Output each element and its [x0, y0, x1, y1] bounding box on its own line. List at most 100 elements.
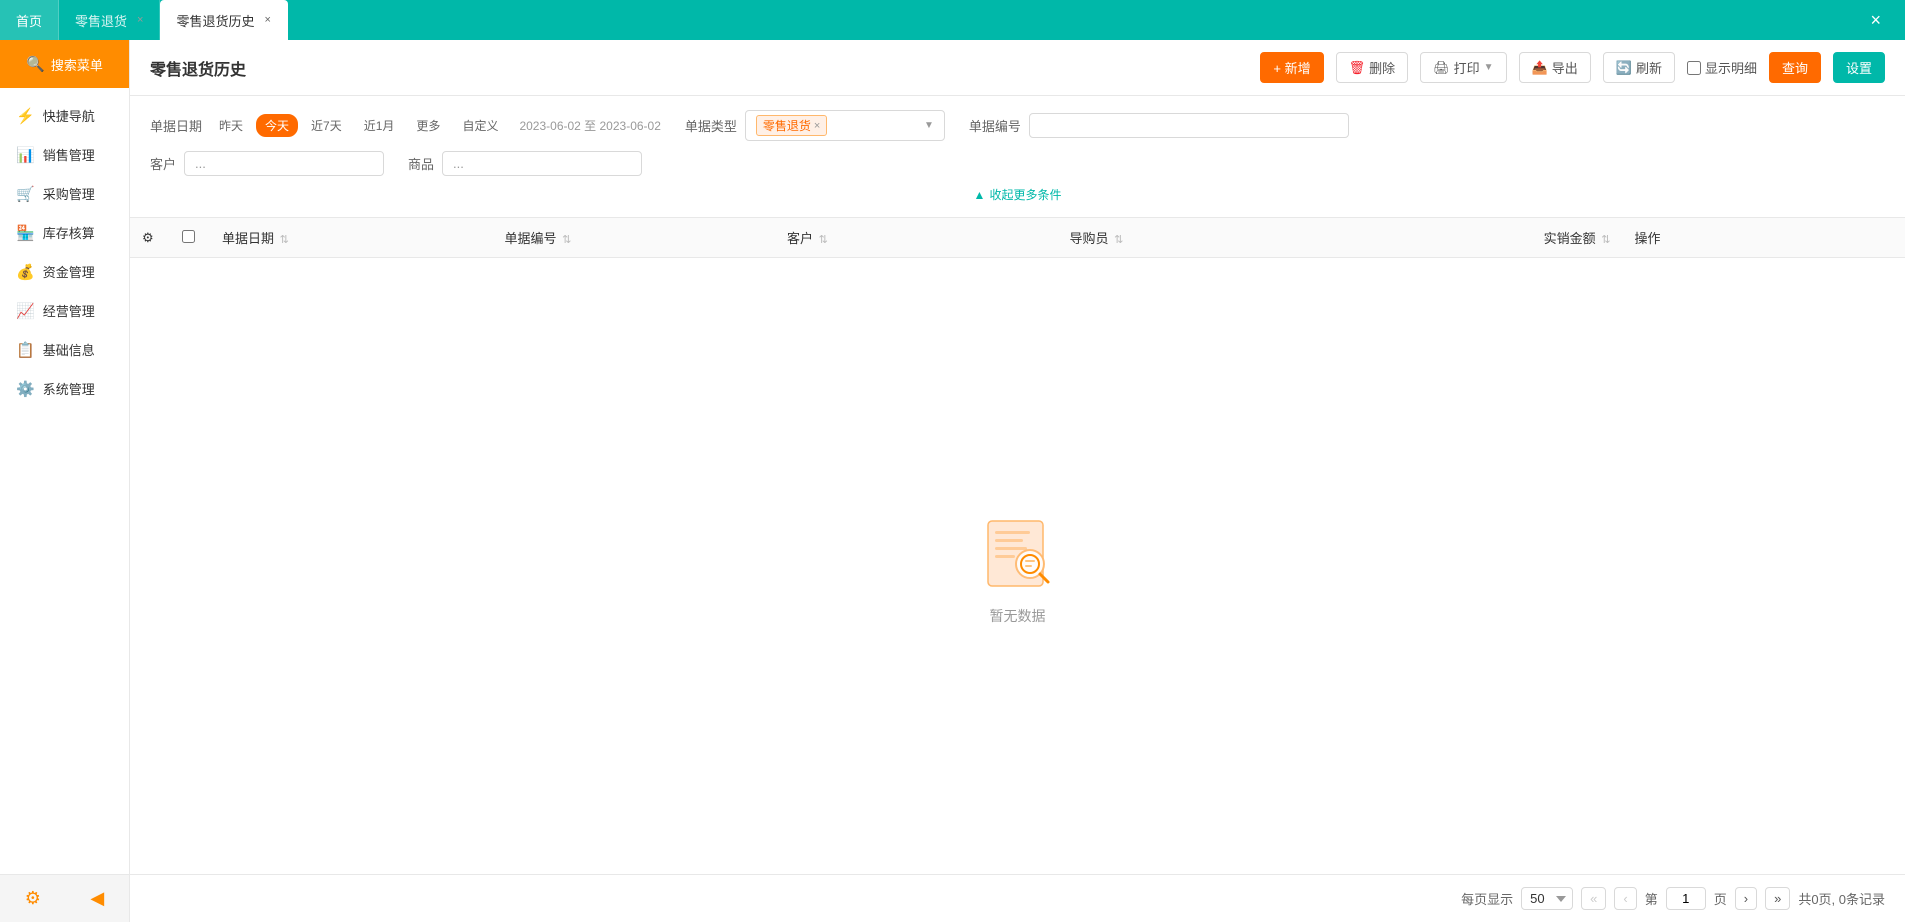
empty-illustration — [968, 506, 1068, 606]
sidebar-item-sales-mgmt[interactable]: 📊 销售管理 — [0, 135, 129, 174]
sidebar-item-purchase-mgmt[interactable]: 🛒 采购管理 — [0, 174, 129, 213]
col-number-sort[interactable]: ⇅ — [562, 234, 571, 246]
customer-select-button[interactable]: ... — [184, 151, 384, 176]
refresh-icon: 🔄 — [1616, 60, 1632, 76]
col-guide-label: 导购员 — [1070, 231, 1109, 246]
basic-info-icon: 📋 — [16, 341, 35, 359]
add-button[interactable]: + 新增 — [1260, 52, 1323, 83]
search-menu-icon: 🔍 — [26, 55, 45, 73]
col-date-label: 单据日期 — [222, 231, 274, 246]
number-filter-item: 单据编号 — [969, 113, 1349, 138]
settings-bottom-button[interactable]: ⚙ — [25, 888, 41, 909]
page-prev-button[interactable]: ‹ — [1614, 887, 1636, 910]
tab-home[interactable]: 首页 — [0, 0, 59, 40]
type-tag-close[interactable]: × — [814, 120, 820, 132]
header-actions: + 新增 🗑 删除 🖨 打印 ▼ 📤 导出 🔄 刷新 — [1260, 52, 1885, 83]
date-filter-item: 单据日期 昨天 今天 近7天 近1月 更多 自定义 2023-06-02 至 2… — [150, 114, 661, 137]
col-number: 单据编号 ⇅ — [493, 218, 776, 258]
sidebar-item-inventory[interactable]: 🏪 库存核算 — [0, 213, 129, 252]
page-next-button[interactable]: › — [1735, 887, 1757, 910]
table-head: ⚙ 单据日期 ⇅ 单据编号 ⇅ — [130, 218, 1905, 258]
col-customer-sort[interactable]: ⇅ — [819, 234, 828, 246]
tab-retail-return-history[interactable]: 零售退货历史 × — [160, 0, 287, 40]
per-page-label: 每页显示 — [1461, 889, 1513, 908]
print-button-label: 打印 — [1454, 58, 1480, 77]
col-amount-sort[interactable]: ⇅ — [1601, 234, 1610, 246]
sidebar-item-fund-mgmt[interactable]: 💰 资金管理 — [0, 252, 129, 291]
goods-select-placeholder: ... — [453, 156, 464, 171]
date-filter-buttons: 昨天 今天 近7天 近1月 更多 自定义 — [210, 114, 507, 137]
query-button-label: 查询 — [1782, 58, 1808, 77]
goods-select-button[interactable]: ... — [442, 151, 642, 176]
col-guide: 导购员 ⇅ — [1058, 218, 1341, 258]
query-button[interactable]: 查询 — [1769, 52, 1821, 83]
show-detail-checkbox[interactable] — [1687, 61, 1701, 75]
type-select-arrow: ▼ — [924, 120, 934, 131]
collapse-button[interactable]: ▲ 收起更多条件 — [974, 186, 1062, 203]
tab-retail-return[interactable]: 零售退货 × — [59, 0, 160, 40]
page-first-button[interactable]: « — [1581, 887, 1606, 910]
search-menu-label: 搜索菜单 — [51, 55, 103, 74]
number-input[interactable] — [1029, 113, 1349, 138]
sidebar-item-basic-info-label: 基础信息 — [43, 340, 95, 359]
refresh-button[interactable]: 🔄 刷新 — [1603, 52, 1675, 83]
goods-filter-label: 商品 — [408, 154, 434, 173]
tab-bar: 首页 零售退货 × 零售退货历史 × — [0, 0, 1846, 40]
collapse-button-label: 收起更多条件 — [989, 186, 1061, 203]
delete-button[interactable]: 🗑 删除 — [1336, 52, 1409, 83]
sidebar-item-operation-mgmt[interactable]: 📈 经营管理 — [0, 291, 129, 330]
settings-button[interactable]: 设置 — [1833, 52, 1885, 83]
type-select[interactable]: 零售退货 × ▼ — [745, 110, 945, 141]
sidebar-item-quick-nav[interactable]: ⚡ 快捷导航 — [0, 96, 129, 135]
date-btn-more[interactable]: 更多 — [407, 114, 449, 137]
window-close-button[interactable]: × — [1862, 10, 1889, 31]
date-btn-1month[interactable]: 近1月 — [355, 114, 404, 137]
print-button[interactable]: 🖨 打印 ▼ — [1420, 52, 1506, 83]
nav-items: ⚡ 快捷导航 📊 销售管理 🛒 采购管理 🏪 库存核算 💰 资金管理 📈 — [0, 88, 129, 874]
col-date-sort[interactable]: ⇅ — [280, 234, 289, 246]
page-number-input[interactable] — [1666, 887, 1706, 910]
number-filter-label: 单据编号 — [969, 116, 1021, 135]
type-filter-item: 单据类型 零售退货 × ▼ — [685, 110, 945, 141]
total-info: 共0页, 0条记录 — [1798, 889, 1885, 908]
delete-icon: 🗑 — [1349, 60, 1366, 76]
date-btn-today[interactable]: 今天 — [256, 114, 298, 137]
collapse-sidebar-button[interactable]: ◀ — [90, 888, 104, 909]
filter-area: 单据日期 昨天 今天 近7天 近1月 更多 自定义 2023-06-02 至 2… — [130, 96, 1905, 218]
type-tag-text: 零售退货 — [763, 117, 811, 134]
show-detail-checkbox-label[interactable]: 显示明细 — [1687, 58, 1757, 77]
sidebar-item-sys-mgmt-label: 系统管理 — [43, 379, 95, 398]
empty-text: 暂无数据 — [990, 606, 1046, 626]
sidebar-item-fund-mgmt-label: 资金管理 — [43, 262, 95, 281]
empty-state: 暂无数据 — [130, 258, 1905, 874]
col-date: 单据日期 ⇅ — [210, 218, 493, 258]
date-btn-7days[interactable]: 近7天 — [302, 114, 351, 137]
page-first-icon: « — [1590, 891, 1597, 906]
per-page-select[interactable]: 50 100 200 — [1521, 887, 1573, 910]
page-next-icon: › — [1744, 891, 1748, 906]
date-btn-custom[interactable]: 自定义 — [453, 114, 507, 137]
sidebar-item-basic-info[interactable]: 📋 基础信息 — [0, 330, 129, 369]
settings-button-label: 设置 — [1846, 58, 1872, 77]
select-all-checkbox[interactable] — [182, 230, 195, 243]
page-last-button[interactable]: » — [1765, 887, 1790, 910]
table-settings-icon[interactable]: ⚙ — [142, 230, 154, 245]
export-button-label: 导出 — [1552, 58, 1578, 77]
customer-filter-item: 客户 ... — [150, 151, 384, 176]
content-area: 零售退货历史 + 新增 🗑 删除 🖨 打印 ▼ 📤 导出 — [130, 40, 1905, 922]
col-action: 操作 — [1623, 218, 1905, 258]
customer-select-placeholder: ... — [195, 156, 206, 171]
top-bar-right: × — [1846, 10, 1905, 31]
search-menu-button[interactable]: 🔍 搜索菜单 — [0, 40, 129, 88]
date-btn-yesterday[interactable]: 昨天 — [210, 114, 252, 137]
sidebar-item-sys-mgmt[interactable]: ⚙️ 系统管理 — [0, 369, 129, 408]
type-tag: 零售退货 × — [756, 115, 827, 136]
show-detail-label-text: 显示明细 — [1705, 58, 1757, 77]
table-scroll: ⚙ 单据日期 ⇅ 单据编号 ⇅ — [130, 218, 1905, 874]
page-last-icon: » — [1774, 891, 1781, 906]
col-guide-sort[interactable]: ⇅ — [1114, 234, 1123, 246]
tab-retail-return-history-close[interactable]: × — [264, 14, 270, 26]
sidebar-item-operation-mgmt-label: 经营管理 — [43, 301, 95, 320]
export-button[interactable]: 📤 导出 — [1519, 52, 1591, 83]
tab-retail-return-close[interactable]: × — [137, 14, 143, 26]
